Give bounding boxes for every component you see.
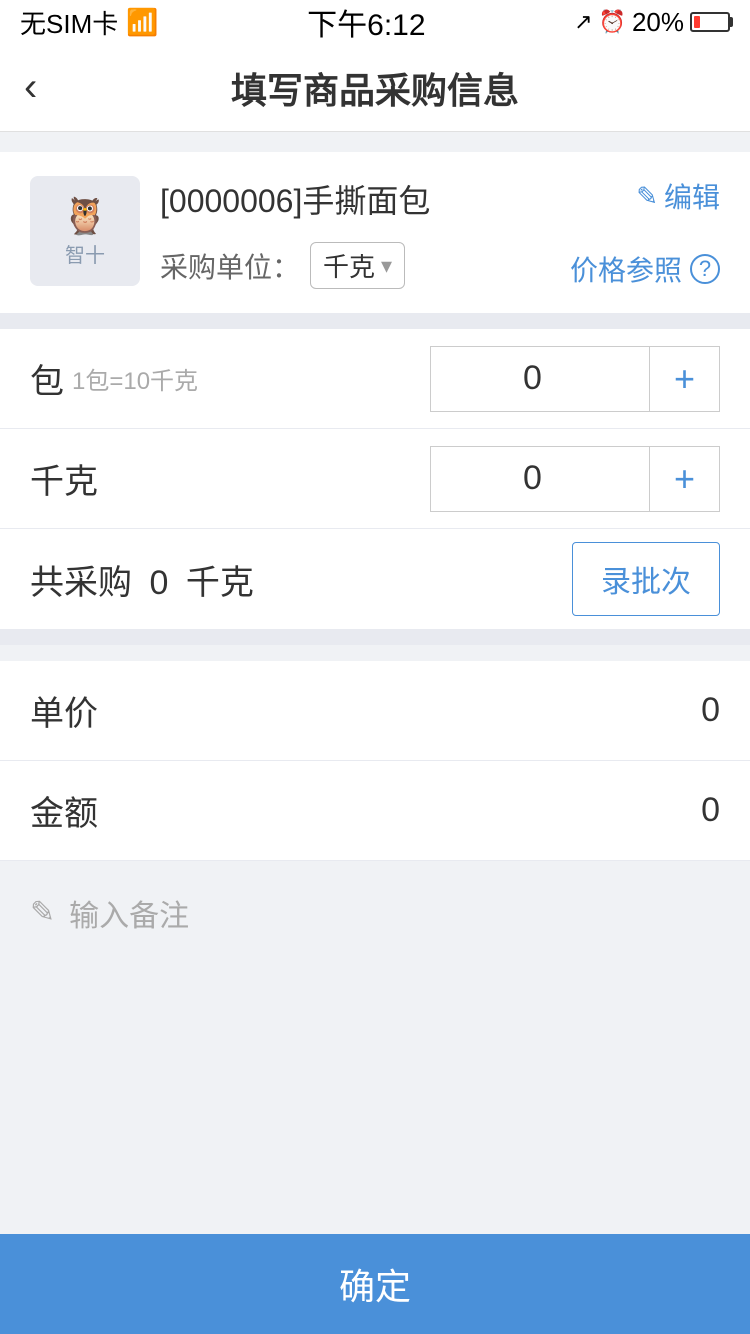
unit-price-row: 单价 0 bbox=[0, 661, 750, 761]
bag-quantity-input[interactable] bbox=[430, 346, 650, 412]
dropdown-icon: ▾ bbox=[381, 253, 392, 279]
unit-select[interactable]: 千克 ▾ bbox=[310, 242, 405, 289]
total-prefix: 共采购 bbox=[30, 564, 132, 602]
price-section: 单价 0 金额 0 bbox=[0, 661, 750, 861]
amount-label: 金额 bbox=[30, 786, 98, 835]
status-time: 下午6:12 bbox=[307, 0, 425, 44]
total-row: 共采购 0 千克 录批次 bbox=[0, 529, 750, 629]
help-label: ? bbox=[699, 256, 711, 282]
page-title: 填写商品采购信息 bbox=[231, 62, 519, 114]
unit-prefix-label: 采购单位： bbox=[160, 246, 300, 286]
bag-input-group: + bbox=[430, 346, 720, 412]
section-divider-2 bbox=[0, 629, 750, 645]
help-icon: ? bbox=[690, 254, 720, 284]
pencil-icon: ✎ bbox=[30, 895, 55, 930]
amount-row: 金额 0 bbox=[0, 761, 750, 861]
status-right: ↗ ⏰ 20% bbox=[574, 7, 730, 38]
bag-row: 包 1包=10千克 + bbox=[0, 329, 750, 429]
bag-label: 包 bbox=[30, 354, 64, 403]
remark-placeholder: 输入备注 bbox=[69, 891, 189, 935]
owl-icon: 🦉 bbox=[63, 195, 108, 237]
edit-icon: ✎ bbox=[636, 181, 658, 212]
total-amount: 0 bbox=[149, 564, 168, 602]
unit-price-label: 单价 bbox=[30, 686, 98, 735]
status-left: 无SIM卡 📶 bbox=[20, 4, 159, 41]
section-divider bbox=[0, 313, 750, 329]
price-ref-button[interactable]: 价格参照 ? bbox=[570, 249, 720, 289]
kg-label: 千克 bbox=[30, 454, 98, 503]
product-img-inner: 🦉 智十 bbox=[45, 191, 125, 271]
battery-pct: 20% bbox=[632, 7, 684, 38]
kg-row: 千克 + bbox=[0, 429, 750, 529]
unit-price-value: 0 bbox=[701, 691, 720, 730]
record-batch-button[interactable]: 录批次 bbox=[572, 542, 720, 616]
wifi-icon: 📶 bbox=[126, 7, 158, 38]
product-card: 🦉 智十 [0000006]手撕面包 采购单位： 千克 ▾ ✎ 编辑 价格参照 … bbox=[0, 152, 750, 313]
product-id: [0000006] bbox=[160, 183, 302, 219]
input-section: 包 1包=10千克 + 千克 + 共采购 0 千克 录批次 bbox=[0, 329, 750, 629]
remark-section[interactable]: ✎ 输入备注 bbox=[0, 861, 750, 1001]
unit-value: 千克 bbox=[323, 247, 375, 284]
product-title: 手撕面包 bbox=[302, 183, 430, 219]
brand-label: 智十 bbox=[65, 239, 105, 268]
bag-sublabel: 1包=10千克 bbox=[72, 361, 198, 396]
total-label: 共采购 0 千克 bbox=[30, 555, 254, 604]
kg-plus-button[interactable]: + bbox=[650, 446, 720, 512]
kg-quantity-input[interactable] bbox=[430, 446, 650, 512]
total-unit: 千克 bbox=[186, 564, 254, 602]
battery-bar bbox=[690, 12, 730, 32]
edit-label: 编辑 bbox=[664, 176, 720, 216]
nav-bar: ‹ 填写商品采购信息 bbox=[0, 44, 750, 132]
battery-fill bbox=[694, 16, 700, 28]
status-bar: 无SIM卡 📶 下午6:12 ↗ ⏰ 20% bbox=[0, 0, 750, 44]
back-button[interactable]: ‹ bbox=[24, 65, 37, 110]
edit-button[interactable]: ✎ 编辑 bbox=[636, 176, 720, 216]
price-ref-label: 价格参照 bbox=[570, 249, 682, 289]
product-image: 🦉 智十 bbox=[30, 176, 140, 286]
alarm-icon: ⏰ bbox=[599, 9, 626, 35]
amount-value: 0 bbox=[701, 791, 720, 830]
confirm-button[interactable]: 确定 bbox=[0, 1234, 750, 1334]
location-icon: ↗ bbox=[574, 9, 592, 35]
kg-input-group: + bbox=[430, 446, 720, 512]
carrier-label: 无SIM卡 bbox=[20, 4, 118, 41]
bag-plus-button[interactable]: + bbox=[650, 346, 720, 412]
back-arrow-icon: ‹ bbox=[24, 65, 37, 110]
